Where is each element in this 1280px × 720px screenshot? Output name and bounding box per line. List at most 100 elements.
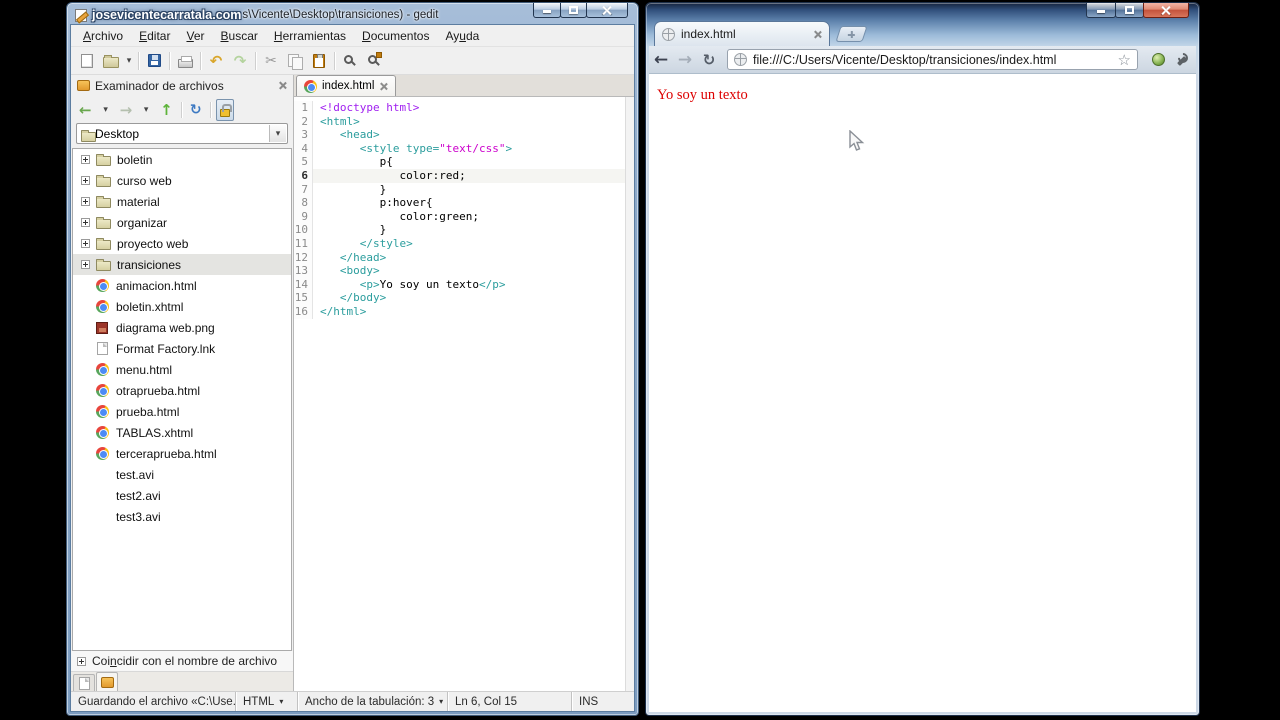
documents-icon xyxy=(78,676,90,690)
tree-item-menu-html[interactable]: menu.html xyxy=(73,359,291,380)
new-document-button[interactable] xyxy=(75,49,99,73)
code-line-10[interactable]: 10 } xyxy=(294,223,634,237)
cut-button[interactable] xyxy=(259,49,283,73)
tree-item-material[interactable]: material xyxy=(73,191,291,212)
language-selector[interactable]: HTML ▾ xyxy=(236,692,298,711)
tree-item-organizar[interactable]: organizar xyxy=(73,212,291,233)
panel-tab-documents[interactable] xyxy=(73,674,95,691)
tree-item-test-avi[interactable]: test.avi xyxy=(73,464,291,485)
up-button[interactable] xyxy=(157,99,176,121)
code-line-1[interactable]: 1 <!doctype html> xyxy=(294,101,634,115)
tree-item-terceraprueba-html[interactable]: terceraprueba.html xyxy=(73,443,291,464)
code-line-9[interactable]: 9 color:green; xyxy=(294,209,634,224)
tree-item-curso-web[interactable]: curso web xyxy=(73,170,291,191)
replace-button[interactable] xyxy=(362,49,386,73)
line-number: 8 xyxy=(294,196,313,210)
address-bar[interactable]: file:///C:/Users/Vicente/Desktop/transic… xyxy=(727,49,1138,70)
code-view[interactable]: 1 <!doctype html> 2 <html> 3 <head> 4 <style … xyxy=(294,97,634,691)
location-combobox[interactable]: Desktop xyxy=(76,123,288,144)
location-dropdown-button[interactable] xyxy=(269,125,286,142)
code-line-2[interactable]: 2 <html> xyxy=(294,114,634,129)
menu-item-ayuda[interactable]: Ayuda xyxy=(437,26,487,46)
code-line-15[interactable]: 15 </body> xyxy=(294,291,634,305)
tree-item-boletin[interactable]: boletin xyxy=(73,149,291,170)
browser-tab-index-html[interactable]: index.html xyxy=(654,21,830,46)
tree-item-transiciones[interactable]: transiciones xyxy=(73,254,291,275)
print-button[interactable] xyxy=(173,49,197,73)
tree-item-format-factory-lnk[interactable]: Format Factory.lnk xyxy=(73,338,291,359)
code-line-13[interactable]: 13 <body> xyxy=(294,264,634,278)
tab-close-icon[interactable] xyxy=(813,30,822,39)
gedit-minimize-button[interactable] xyxy=(533,3,561,18)
panel-tab-filebrowser[interactable] xyxy=(96,672,118,691)
wrench-menu-icon[interactable] xyxy=(1174,53,1188,67)
menu-item-archivo[interactable]: Archivo xyxy=(75,26,131,46)
menu-item-herramientas[interactable]: Herramientas xyxy=(266,26,354,46)
expander-plus-icon[interactable] xyxy=(81,197,90,206)
lock-button[interactable] xyxy=(215,98,234,121)
match-filename-expander[interactable]: Coincidir con el nombre de archivo xyxy=(71,651,293,672)
code-line-7[interactable]: 7 } xyxy=(294,182,634,197)
menu-item-editar[interactable]: Editar xyxy=(131,26,178,46)
refresh-button[interactable] xyxy=(187,99,205,121)
back-button[interactable] xyxy=(76,99,95,121)
tree-item-boletin-xhtml[interactable]: boletin.xhtml xyxy=(73,296,291,317)
code-line-16[interactable]: 16 </html> xyxy=(294,304,634,319)
panel-close-icon[interactable] xyxy=(278,81,287,90)
tree-item-tablas-xhtml[interactable]: TABLAS.xhtml xyxy=(73,422,291,443)
new-tab-button[interactable] xyxy=(835,26,868,42)
tree-item-otraprueba-html[interactable]: otraprueba.html xyxy=(73,380,291,401)
code-line-4[interactable]: 4 <style type="text/css"> xyxy=(294,141,634,156)
code-line-5[interactable]: 5 p{ xyxy=(294,155,634,169)
back-button[interactable] xyxy=(649,50,673,70)
chrome-file-icon xyxy=(95,384,109,397)
copy-button[interactable] xyxy=(283,49,307,73)
open-document-button[interactable] xyxy=(99,49,123,73)
gedit-close-button[interactable] xyxy=(586,3,628,18)
find-button[interactable] xyxy=(338,49,362,73)
expander-plus-icon[interactable] xyxy=(81,176,90,185)
expander-plus-icon[interactable] xyxy=(81,239,90,248)
reload-button[interactable] xyxy=(697,51,721,69)
chrome-maximize-button[interactable] xyxy=(1115,3,1144,18)
tree-item-diagrama-web-png[interactable]: diagrama web.png xyxy=(73,317,291,338)
paste-button[interactable] xyxy=(307,49,331,73)
code-line-11[interactable]: 11 </style> xyxy=(294,236,634,251)
expander-plus-icon[interactable] xyxy=(81,218,90,227)
menu-item-buscar[interactable]: Buscar xyxy=(213,26,266,46)
gedit-maximize-button[interactable] xyxy=(560,3,587,18)
open-caret-button[interactable] xyxy=(123,49,135,73)
expander-plus-icon[interactable] xyxy=(81,155,90,164)
tree-item-proyecto-web[interactable]: proyecto web xyxy=(73,233,291,254)
code-line-8[interactable]: 8 p:hover{ xyxy=(294,196,634,210)
gedit-statusbar: Guardando el archivo «C:\Use... HTML ▾ An… xyxy=(71,691,634,711)
extension-icon[interactable] xyxy=(1152,53,1165,66)
expander-plus-icon[interactable] xyxy=(81,260,90,269)
tree-item-prueba-html[interactable]: prueba.html xyxy=(73,401,291,422)
code-line-6[interactable]: 6 color:red; xyxy=(294,168,634,183)
code-line-3[interactable]: 3 <head> xyxy=(294,128,634,142)
code-text: } xyxy=(320,182,387,196)
chrome-close-button[interactable] xyxy=(1143,3,1189,18)
menu-item-documentos[interactable]: Documentos xyxy=(354,26,437,46)
redo-button[interactable] xyxy=(228,49,252,73)
tree-item-test2-avi[interactable]: test2.avi xyxy=(73,485,291,506)
back-caret-button[interactable] xyxy=(97,99,115,121)
chrome-minimize-button[interactable] xyxy=(1086,3,1116,18)
editor-scrollbar[interactable] xyxy=(625,97,634,691)
undo-button[interactable] xyxy=(204,49,228,73)
tree-item-test3-avi[interactable]: test3.avi xyxy=(73,506,291,527)
gedit-titlebar[interactable]: josevicentecarratala.com s\Vicente\Deskt… xyxy=(75,6,528,24)
code-line-14[interactable]: 14 <p>Yo soy un texto</p> xyxy=(294,277,634,292)
save-button[interactable] xyxy=(142,49,166,73)
forward-button[interactable] xyxy=(117,99,136,121)
tree-item-animacion-html[interactable]: animacion.html xyxy=(73,275,291,296)
code-line-12[interactable]: 12 </head> xyxy=(294,250,634,265)
editor-tab-index-html[interactable]: index.html xyxy=(296,75,397,96)
forward-button[interactable] xyxy=(673,50,697,70)
menu-item-ver[interactable]: Ver xyxy=(178,26,212,46)
bookmark-star-icon[interactable] xyxy=(1118,53,1131,67)
forward-caret-button[interactable] xyxy=(137,99,155,121)
tab-width-selector[interactable]: Ancho de la tabulación: 3 ▾ xyxy=(298,692,448,711)
tab-close-icon[interactable] xyxy=(379,82,388,91)
